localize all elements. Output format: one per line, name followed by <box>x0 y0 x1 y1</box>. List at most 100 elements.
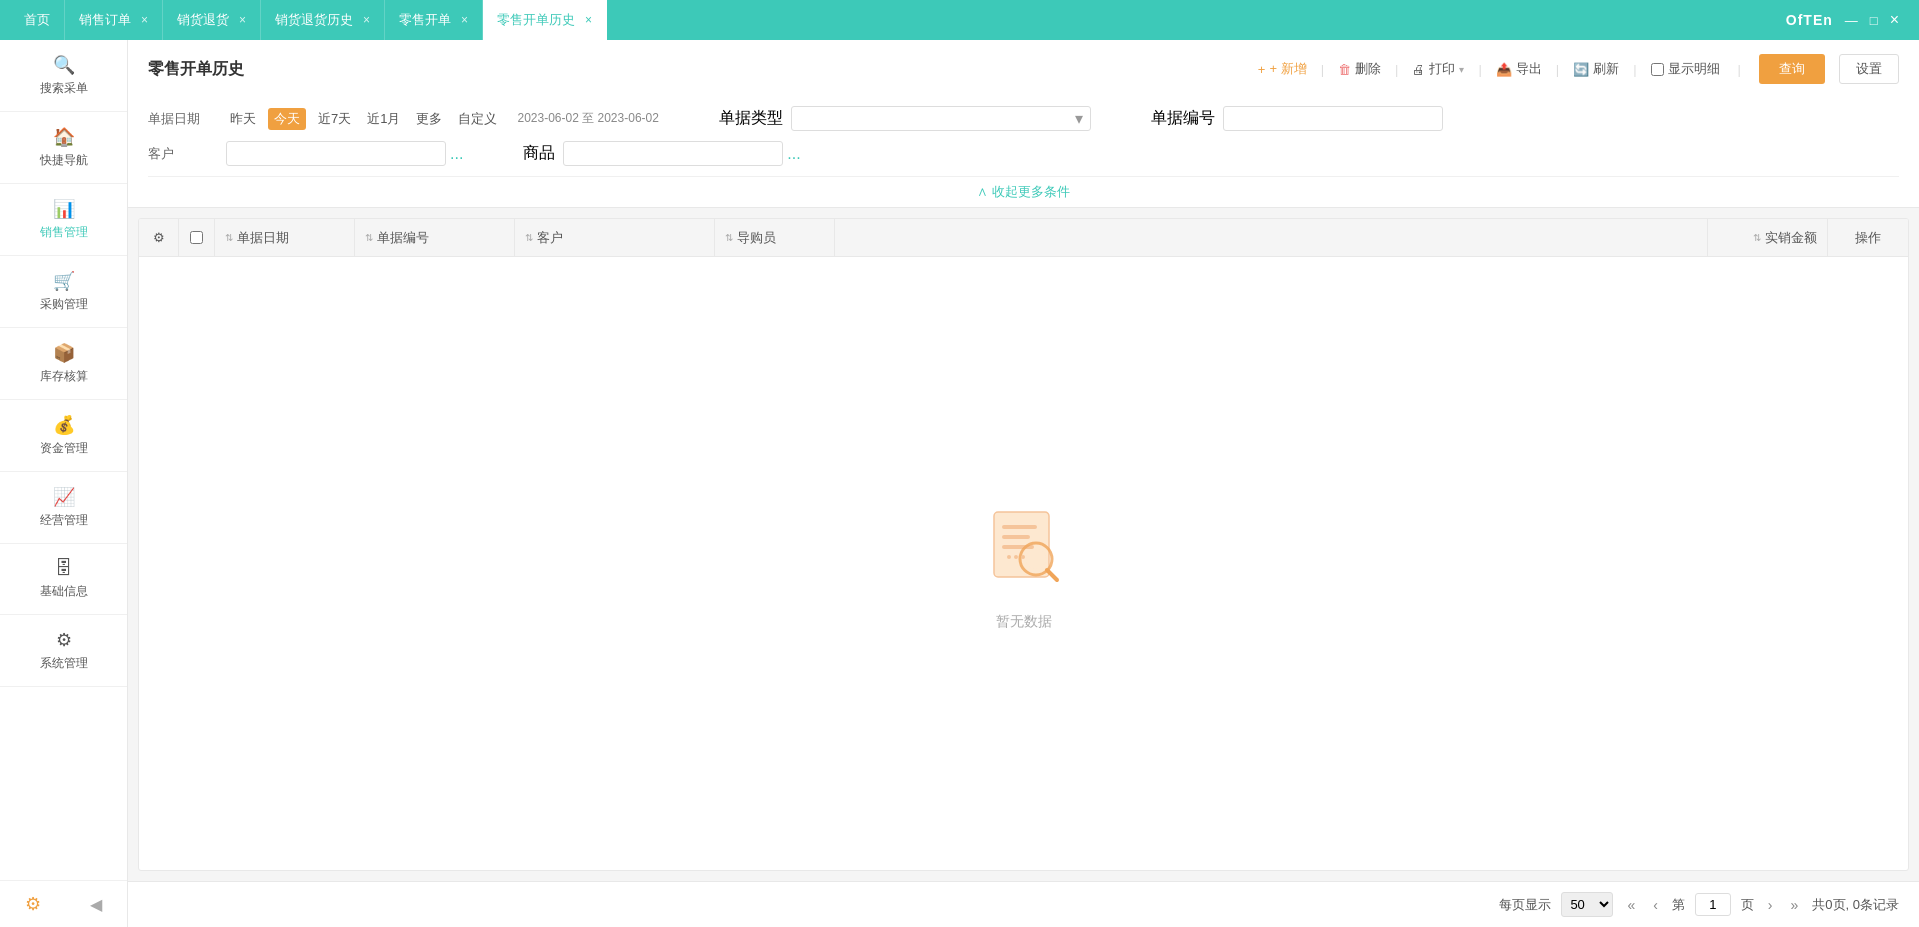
next-page-btn[interactable]: › <box>1764 895 1777 915</box>
gear-icon[interactable]: ⚙ <box>153 230 165 245</box>
sidebar-item-operation-label: 经营管理 <box>40 512 88 529</box>
delete-button[interactable]: 🗑 删除 <box>1338 60 1381 78</box>
first-page-btn[interactable]: « <box>1623 895 1639 915</box>
svg-point-8 <box>1014 555 1018 559</box>
select-all-checkbox[interactable] <box>190 231 203 244</box>
system-icon: ⚙ <box>56 629 72 651</box>
date-filter-label: 单据日期 <box>148 110 218 128</box>
tab-sales-return[interactable]: 销货退货 × <box>163 0 261 40</box>
sidebar-item-quick-nav[interactable]: 🏠 快捷导航 <box>0 112 127 184</box>
tab-sales-order[interactable]: 销售订单 × <box>65 0 163 40</box>
tab-sales-return-label: 销货退货 <box>177 11 229 29</box>
collapse-sidebar-icon[interactable]: ◀ <box>90 895 102 914</box>
tab-home-label: 首页 <box>24 11 50 29</box>
client-filter-dots[interactable]: ... <box>450 145 463 163</box>
sidebar-item-purchase-label: 采购管理 <box>40 296 88 313</box>
sidebar-item-system-label: 系统管理 <box>40 655 88 672</box>
sidebar-item-system[interactable]: ⚙ 系统管理 <box>0 615 127 687</box>
tab-retail-open[interactable]: 零售开单 × <box>385 0 483 40</box>
inventory-icon: 📦 <box>53 342 75 364</box>
display-checkbox[interactable] <box>1651 63 1664 76</box>
sales-icon: 📊 <box>53 198 75 220</box>
filter-row-2: 客户 ... 商品 ... <box>148 141 1899 166</box>
th-gear[interactable]: ⚙ <box>139 219 179 256</box>
th-no[interactable]: ⇅ 单据编号 <box>355 219 515 256</box>
window-max-btn[interactable]: □ <box>1870 13 1878 28</box>
empty-text: 暂无数据 <box>996 613 1052 631</box>
th-guide[interactable]: ⇅ 导购员 <box>715 219 835 256</box>
th-no-label: 单据编号 <box>377 229 429 247</box>
sidebar-item-operation[interactable]: 📈 经营管理 <box>0 472 127 544</box>
window-min-btn[interactable]: — <box>1845 13 1858 28</box>
page-number-input[interactable] <box>1695 893 1731 916</box>
display-label: 显示明细 <box>1668 60 1720 78</box>
page-size-select[interactable]: 50 10 20 100 <box>1561 892 1613 917</box>
sidebar-item-search[interactable]: 🔍 搜索采单 <box>0 40 127 112</box>
add-button[interactable]: + + 新增 <box>1258 60 1307 78</box>
window-close-btn[interactable]: × <box>1890 11 1899 29</box>
prev-page-btn[interactable]: ‹ <box>1649 895 1662 915</box>
goods-filter-input[interactable] <box>563 141 783 166</box>
date-opt-custom[interactable]: 自定义 <box>454 108 501 130</box>
th-amount[interactable]: ⇅ 实销金额 <box>1708 219 1828 256</box>
th-client[interactable]: ⇅ 客户 <box>515 219 715 256</box>
settings-bottom-icon[interactable]: ⚙ <box>25 893 41 915</box>
client-filter-label: 客户 <box>148 145 218 163</box>
sidebar-item-finance[interactable]: 💰 资金管理 <box>0 400 127 472</box>
setting-button[interactable]: 设置 <box>1839 54 1899 84</box>
type-select[interactable] <box>791 106 1091 131</box>
collapse-filter-btn[interactable]: ∧ 收起更多条件 <box>148 176 1899 207</box>
refresh-icon: 🔄 <box>1573 62 1589 77</box>
date-opt-7days[interactable]: 近7天 <box>314 108 355 130</box>
no-filter-label: 单据编号 <box>1151 108 1215 129</box>
tab-retail-open-close[interactable]: × <box>461 13 468 27</box>
filter-area: 单据日期 昨天 今天 近7天 近1月 更多 自定义 2023-06-02 至 2… <box>148 96 1899 207</box>
th-op: 操作 <box>1828 219 1908 256</box>
display-button[interactable]: 显示明细 <box>1651 60 1720 78</box>
tab-sales-return-history[interactable]: 销货退货历史 × <box>261 0 385 40</box>
sidebar-item-sales[interactable]: 📊 销售管理 <box>0 184 127 256</box>
tab-retail-open-history-close[interactable]: × <box>585 13 592 27</box>
tab-retail-open-history[interactable]: 零售开单历史 × <box>483 0 607 40</box>
date-options: 昨天 今天 近7天 近1月 更多 自定义 2023-06-02 至 2023-0… <box>226 108 659 130</box>
sidebar-item-search-label: 搜索采单 <box>40 80 88 97</box>
top-right-area: OfTEn — □ × <box>1786 11 1909 29</box>
svg-rect-2 <box>1002 535 1030 539</box>
no-filter-input[interactable] <box>1223 106 1443 131</box>
svg-point-5 <box>1026 549 1046 569</box>
client-filter-input[interactable] <box>226 141 446 166</box>
content-area: 零售开单历史 + + 新增 | 🗑 删除 | 🖨 打印 ▾ <box>128 40 1919 927</box>
date-opt-today[interactable]: 今天 <box>268 108 306 130</box>
page-size-label: 每页显示 <box>1499 896 1551 914</box>
tab-home[interactable]: 首页 <box>10 0 65 40</box>
goods-label-text: 商品 <box>523 144 555 161</box>
date-opt-1month[interactable]: 近1月 <box>363 108 404 130</box>
finance-icon: 💰 <box>53 414 75 436</box>
tab-sales-order-close[interactable]: × <box>141 13 148 27</box>
goods-filter-dots[interactable]: ... <box>787 145 800 163</box>
print-button[interactable]: 🖨 打印 ▾ <box>1412 60 1464 78</box>
print-dropdown-icon[interactable]: ▾ <box>1459 64 1464 75</box>
tab-retail-open-history-label: 零售开单历史 <box>497 11 575 29</box>
th-date[interactable]: ⇅ 单据日期 <box>215 219 355 256</box>
th-date-sort-icon: ⇅ <box>225 232 233 243</box>
last-page-btn[interactable]: » <box>1787 895 1803 915</box>
tab-sales-return-history-close[interactable]: × <box>363 13 370 27</box>
th-check[interactable] <box>179 219 215 256</box>
page-title-row: 零售开单历史 + + 新增 | 🗑 删除 | 🖨 打印 ▾ <box>148 54 1899 84</box>
print-label: 打印 <box>1429 60 1455 78</box>
sidebar-item-base-info[interactable]: 🗄 基础信息 <box>0 544 127 615</box>
table-area: ⚙ ⇅ 单据日期 ⇅ 单据编号 ⇅ 客户 ⇅ <box>138 218 1909 871</box>
operation-icon: 📈 <box>53 486 75 508</box>
export-button[interactable]: 📤 导出 <box>1496 60 1542 78</box>
date-opt-yesterday[interactable]: 昨天 <box>226 108 260 130</box>
tab-sales-return-close[interactable]: × <box>239 13 246 27</box>
refresh-button[interactable]: 🔄 刷新 <box>1573 60 1619 78</box>
tab-sales-return-history-label: 销货退货历史 <box>275 11 353 29</box>
export-label: 导出 <box>1516 60 1542 78</box>
sidebar-item-inventory[interactable]: 📦 库存核算 <box>0 328 127 400</box>
sidebar-item-purchase[interactable]: 🛒 采购管理 <box>0 256 127 328</box>
query-button[interactable]: 查询 <box>1759 54 1825 84</box>
type-filter-label: 单据类型 <box>719 108 783 129</box>
date-opt-more[interactable]: 更多 <box>412 108 446 130</box>
